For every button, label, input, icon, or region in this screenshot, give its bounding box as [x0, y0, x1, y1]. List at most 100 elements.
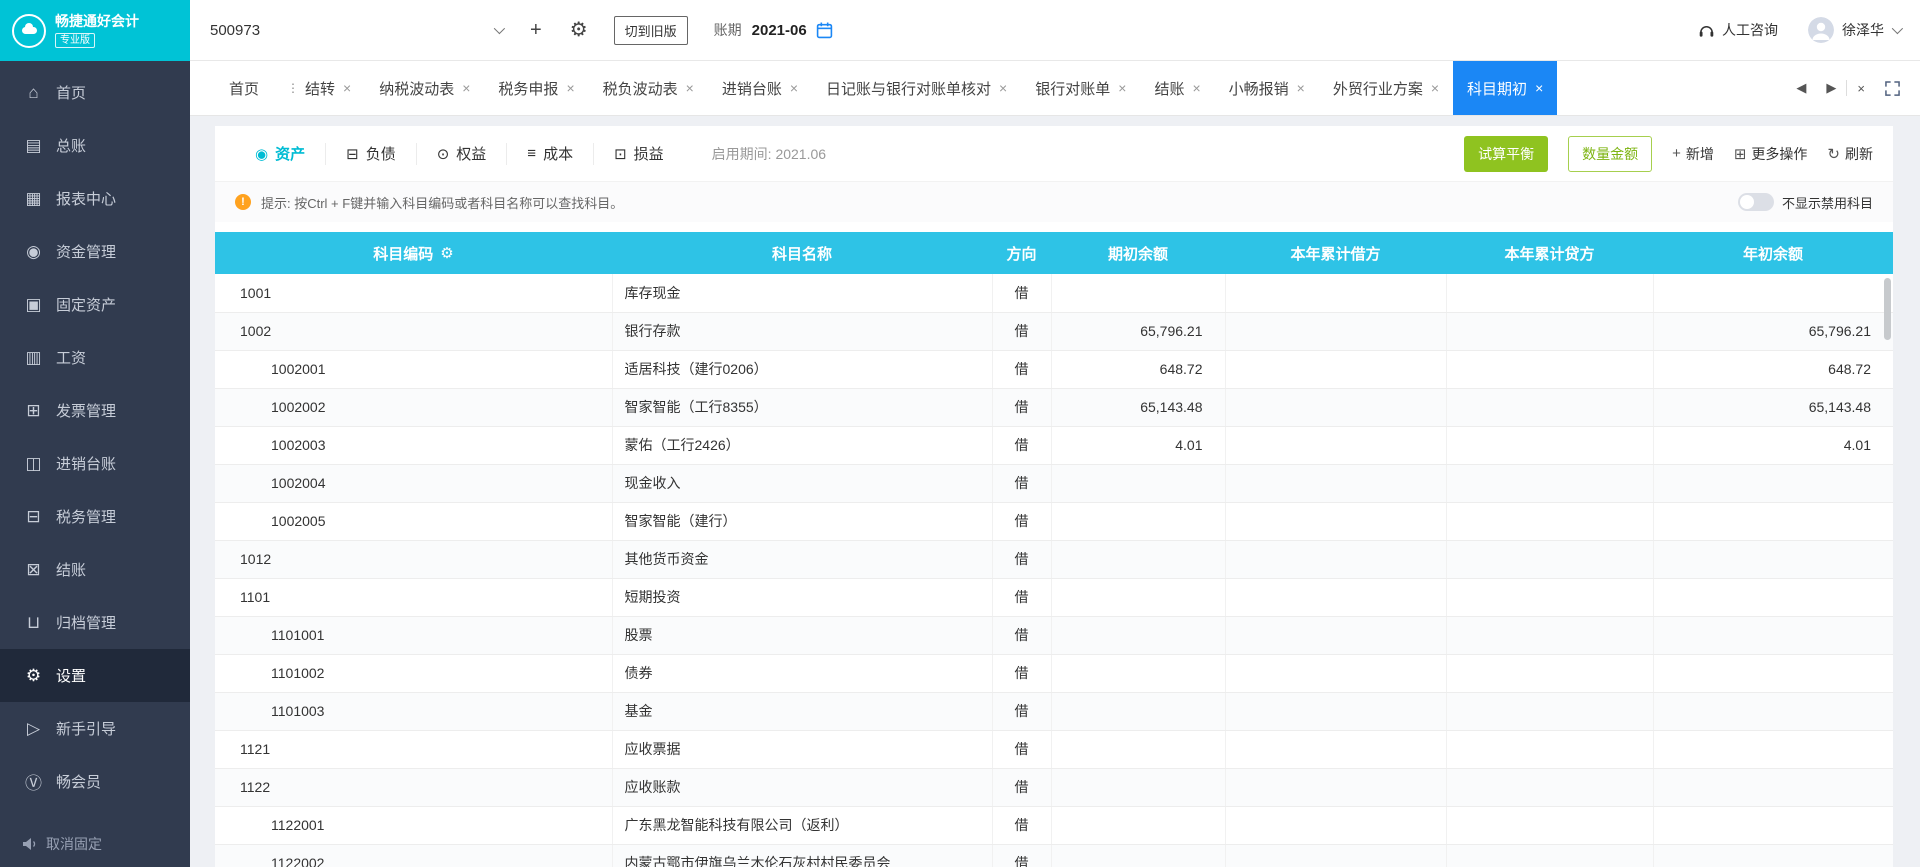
tab-close-icon[interactable]: × [1431, 80, 1439, 96]
topbar: 500973 + ⚙ 切到旧版 账期 2021-06 人工咨询 徐泽华 [190, 0, 1920, 61]
table-row[interactable]: 1001 库存现金 借 [215, 274, 1893, 313]
tab[interactable]: 结账 × [1140, 61, 1214, 115]
tab-close-icon[interactable]: × [566, 80, 574, 96]
tab[interactable]: 税务申报 × [484, 61, 588, 115]
tab[interactable]: ⋮ 结转 × [273, 61, 365, 115]
col-header-direction: 方向 [992, 232, 1051, 274]
sidebar-item[interactable]: ▥ 工资 [0, 331, 190, 384]
open-tabs: 首页 × ⋮ 结转 × 纳税波动表 × [215, 61, 1558, 115]
cell-year-begin: 65,143.48 [1653, 388, 1893, 427]
sidebar-item[interactable]: ⊠ 结账 [0, 543, 190, 596]
company-selector[interactable]: 500973 [210, 22, 506, 39]
sidebar-item[interactable]: ▦ 报表中心 [0, 172, 190, 225]
table-row[interactable]: 1101001 股票 借 [215, 616, 1893, 655]
column-settings-icon[interactable]: ⚙ [440, 244, 453, 262]
tab-scroll-right-icon[interactable]: ▶ [1816, 80, 1846, 96]
tab-label: 首页 [229, 80, 260, 98]
tab-close-icon[interactable]: × [999, 80, 1007, 96]
unpin-label: 取消固定 [46, 836, 102, 852]
sidebar-item[interactable]: ▣ 固定资产 [0, 278, 190, 331]
sidebar-item[interactable]: ⊞ 发票管理 [0, 384, 190, 437]
cell-opening [1051, 844, 1226, 867]
tab-close-icon[interactable]: × [1192, 80, 1200, 96]
scrollbar-thumb[interactable] [1884, 278, 1891, 340]
cell-ytd-debit [1225, 730, 1447, 769]
support-button[interactable]: 人工咨询 [1698, 20, 1778, 40]
table-row[interactable]: 1101002 债券 借 [215, 654, 1893, 693]
cell-year-begin [1653, 274, 1893, 313]
tab-scroll-left-icon[interactable]: ◀ [1786, 80, 1816, 96]
cell-opening [1051, 502, 1226, 541]
cell-code: 1122002 [215, 844, 613, 867]
tab[interactable]: 纳税波动表 × [365, 61, 484, 115]
category-tab[interactable]: ⊟ 负债 [326, 142, 417, 165]
table-row[interactable]: 1002 银行存款 借 65,796.21 65,796.21 [215, 312, 1893, 351]
tab-close-icon[interactable]: × [462, 80, 470, 96]
table-row[interactable]: 1002004 现金收入 借 [215, 464, 1893, 503]
table-row[interactable]: 1002005 智家智能（建行） 借 [215, 502, 1893, 541]
sidebar-item[interactable]: Ⓥ 畅会员 [0, 755, 190, 808]
tab-close-icon[interactable]: × [1535, 80, 1543, 96]
table-row[interactable]: 1002001 适居科技（建行0206） 借 648.72 648.72 [215, 350, 1893, 389]
cell-name: 库存现金 [612, 274, 993, 313]
table-row[interactable]: 1121 应收票据 借 [215, 730, 1893, 769]
tab-label: 银行对账单 [1035, 80, 1111, 98]
calendar-icon[interactable] [816, 22, 833, 39]
close-tabs-icon[interactable]: × [1847, 81, 1875, 96]
sidebar-item-icon: ▣ [25, 294, 42, 314]
tab-close-icon[interactable]: × [790, 80, 798, 96]
unpin-button[interactable]: 取消固定 [22, 834, 102, 854]
table-row[interactable]: 1122002 内蒙古鄂市伊旗乌兰木伦石灰村村民委员会 借 [215, 844, 1893, 867]
switch-old-version-button[interactable]: 切到旧版 [613, 15, 688, 45]
fullscreen-icon[interactable] [1875, 80, 1910, 96]
table-row[interactable]: 1101003 基金 借 [215, 692, 1893, 731]
sidebar-item[interactable]: ◫ 进销台账 [0, 437, 190, 490]
category-tab[interactable]: ≡ 成本 [507, 142, 595, 165]
add-new-button[interactable]: + 新增 [1672, 144, 1714, 164]
table-row[interactable]: 1122001 广东黑龙智能科技有限公司（返利） 借 [215, 806, 1893, 845]
tab[interactable]: 进销台账 × [708, 61, 812, 115]
tab[interactable]: 日记账与银行对账单核对 × [812, 61, 1021, 115]
sidebar-item[interactable]: ⌂ 首页 [0, 66, 190, 119]
gear-icon[interactable]: ⚙ [570, 20, 588, 40]
plus-icon[interactable]: + [530, 20, 542, 40]
category-tab[interactable]: ⊡ 损益 [594, 143, 684, 165]
cell-ytd-credit [1446, 502, 1654, 541]
tab[interactable]: 科目期初 × [1453, 61, 1558, 115]
tab-close-icon[interactable]: × [1118, 80, 1126, 96]
tab[interactable]: 外贸行业方案 × [1319, 61, 1453, 115]
sidebar-item[interactable]: ▤ 总账 [0, 119, 190, 172]
period-value[interactable]: 2021-06 [752, 22, 807, 39]
tab-close-icon[interactable]: × [686, 80, 694, 96]
table-row[interactable]: 1122 应收账款 借 [215, 768, 1893, 807]
table-row[interactable]: 1101 短期投资 借 [215, 578, 1893, 617]
tab-close-icon[interactable]: × [343, 80, 351, 96]
sidebar: 畅捷通好会计 专业版 ⌂ 首页 ▤ 总账 ▦ 报表中心 ◉ 资金管理 ▣ 固定资… [0, 0, 190, 867]
tab[interactable]: 银行对账单 × [1021, 61, 1140, 115]
table-row[interactable]: 1002002 智家智能（工行8355） 借 65,143.48 65,143.… [215, 388, 1893, 427]
table-row[interactable]: 1012 其他货币资金 借 [215, 540, 1893, 579]
hide-disabled-toggle[interactable] [1737, 193, 1774, 211]
sidebar-item[interactable]: ⊟ 税务管理 [0, 490, 190, 543]
trial-balance-button[interactable]: 试算平衡 [1464, 135, 1549, 172]
refresh-button[interactable]: ↻ 刷新 [1827, 144, 1873, 164]
cell-ytd-credit [1446, 578, 1654, 617]
table-row[interactable]: 1002003 蒙佑（工行2426） 借 4.01 4.01 [215, 426, 1893, 465]
sidebar-item[interactable]: ⊔ 归档管理 [0, 596, 190, 649]
tab-label: 纳税波动表 [379, 80, 455, 98]
tab[interactable]: 首页 × [215, 61, 273, 115]
tab-close-icon[interactable]: × [1297, 80, 1305, 96]
sidebar-item[interactable]: ▷ 新手引导 [0, 702, 190, 755]
category-tab[interactable]: ◉ 资产 [235, 142, 327, 165]
more-operations-button[interactable]: ⊞ 更多操作 [1734, 144, 1808, 164]
quantity-amount-button[interactable]: 数量金额 [1568, 135, 1653, 172]
sidebar-item-label: 进销台账 [56, 456, 117, 473]
cell-direction: 借 [992, 274, 1052, 313]
tab[interactable]: 税负波动表 × [589, 61, 708, 115]
sidebar-item[interactable]: ⚙ 设置 [0, 649, 190, 702]
tab[interactable]: 小畅报销 × [1215, 61, 1319, 115]
cell-ytd-debit [1225, 350, 1447, 389]
sidebar-item[interactable]: ◉ 资金管理 [0, 225, 190, 278]
user-menu[interactable]: 徐泽华 [1808, 17, 1904, 43]
category-tab[interactable]: ⊙ 权益 [417, 142, 508, 165]
